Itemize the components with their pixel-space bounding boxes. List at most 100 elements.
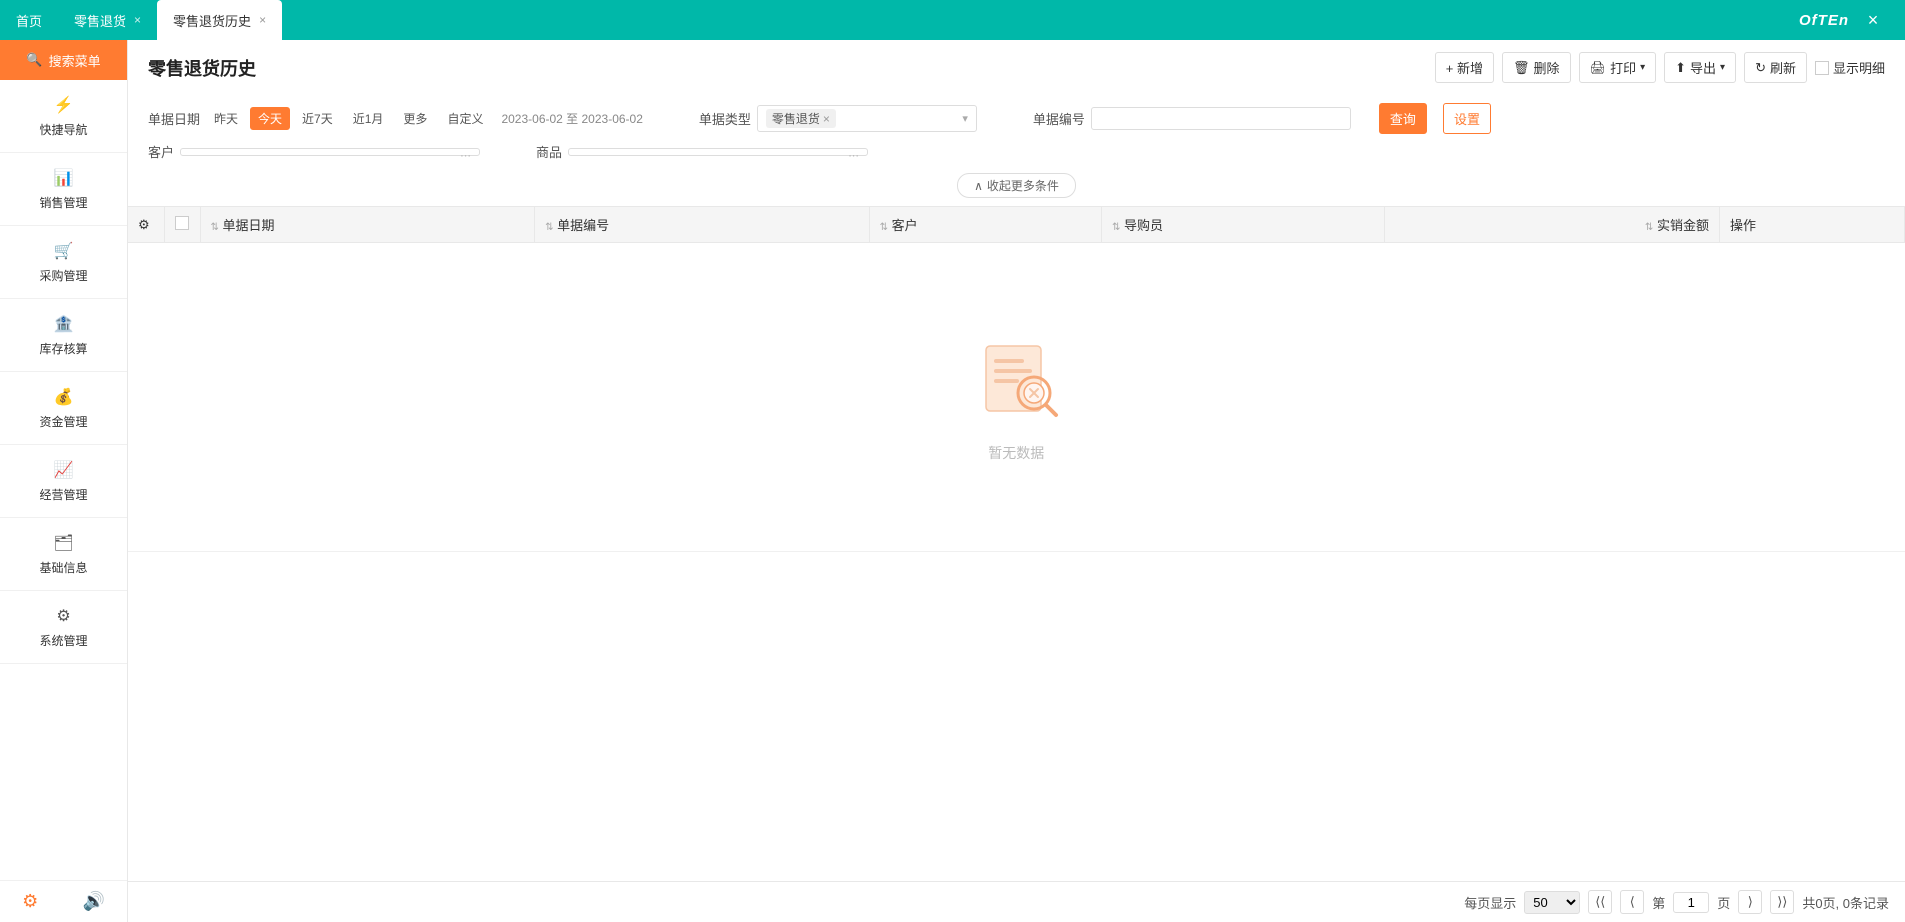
sidebar-item-sales-mgmt[interactable]: 📊 销售管理 bbox=[0, 153, 127, 226]
tab-1[interactable]: 零售退货× bbox=[58, 0, 157, 40]
page-size-label: 每页显示 bbox=[1464, 893, 1516, 912]
pagination-bar: 每页显示 20 50 100 ⟨⟨ ⟨ 第 页 ⟩ ⟩⟩ 共0页, 0条记录 bbox=[128, 881, 1905, 922]
th-settings[interactable]: ⚙ bbox=[128, 207, 164, 243]
goods-filter-input[interactable] bbox=[568, 148, 868, 156]
th-checkbox[interactable] bbox=[164, 207, 200, 243]
delete-icon: 🗑 bbox=[1513, 60, 1530, 76]
export-button[interactable]: ⬆ 导出 ▾ bbox=[1664, 52, 1736, 83]
settings-filter-button[interactable]: 设置 bbox=[1443, 103, 1491, 134]
refresh-icon: ↻ bbox=[1755, 60, 1766, 76]
export-icon: ⬆ bbox=[1675, 60, 1686, 76]
show-detail-wrap: 显示明细 bbox=[1815, 58, 1885, 77]
empty-row: 暂无数据 bbox=[128, 243, 1905, 552]
show-detail-label: 显示明细 bbox=[1833, 58, 1885, 77]
date-btn-近7天[interactable]: 近7天 bbox=[294, 107, 341, 130]
sound-icon[interactable]: 🔊 bbox=[82, 891, 104, 912]
print-icon: 🖨 bbox=[1590, 60, 1607, 76]
date-btn-近1月[interactable]: 近1月 bbox=[345, 107, 392, 130]
date-btn-昨天[interactable]: 昨天 bbox=[206, 107, 246, 130]
date-btn-自定义[interactable]: 自定义 bbox=[439, 107, 491, 130]
filter-row-2: 客户 商品 bbox=[148, 142, 1885, 161]
page-unit-label: 页 bbox=[1717, 893, 1730, 912]
brand-label: OfTEn bbox=[1799, 12, 1849, 29]
show-detail-checkbox[interactable] bbox=[1815, 61, 1829, 75]
filter-area: 单据日期 昨天今天近7天近1月更多自定义 2023-06-02 至 2023-0… bbox=[148, 95, 1885, 206]
type-tag: 零售退货 × bbox=[766, 109, 836, 128]
sidebar-item-quick-nav[interactable]: ⚡ 快捷导航 bbox=[0, 80, 127, 153]
collapse-icon: ∧ bbox=[974, 179, 983, 193]
date-filter-label: 单据日期 bbox=[148, 109, 200, 128]
sidebar-item-finance[interactable]: 💰 资金管理 bbox=[0, 372, 127, 445]
tab-list: 首页零售退货×零售退货历史× bbox=[0, 0, 1799, 40]
finance-icon: 💰 bbox=[53, 386, 75, 408]
sort-guide-icon[interactable]: ⇅ bbox=[1112, 222, 1120, 233]
sidebar-item-purchase-mgmt[interactable]: 🛒 采购管理 bbox=[0, 226, 127, 299]
type-tag-remove[interactable]: × bbox=[823, 112, 830, 126]
sidebar-item-inventory[interactable]: 🏦 库存核算 bbox=[0, 299, 127, 372]
export-chevron-icon: ▾ bbox=[1720, 62, 1725, 73]
top-bar: 首页零售退货×零售退货历史× OfTEn × bbox=[0, 0, 1905, 40]
sidebar-item-basic-info[interactable]: 🗂 基础信息 bbox=[0, 518, 127, 591]
sort-customer-icon[interactable]: ⇅ bbox=[880, 222, 888, 233]
print-button[interactable]: 🖨 打印 ▾ bbox=[1579, 52, 1657, 83]
last-page-button[interactable]: ⟩⟩ bbox=[1770, 890, 1794, 914]
toolbar: + 新增 🗑 删除 🖨 打印 ▾ ⬆ 导出 ▾ bbox=[1435, 52, 1885, 83]
page-number-input[interactable] bbox=[1673, 892, 1709, 913]
delete-button[interactable]: 🗑 删除 bbox=[1502, 52, 1571, 83]
collapse-wrap: ∧ 收起更多条件 bbox=[148, 169, 1885, 206]
table-body: 暂无数据 bbox=[128, 243, 1905, 552]
sidebar-item-system[interactable]: ⚙ 系统管理 bbox=[0, 591, 127, 664]
type-filter-select[interactable]: 零售退货 × ▾ bbox=[757, 105, 977, 132]
empty-illustration bbox=[966, 331, 1066, 431]
window-close-button[interactable]: × bbox=[1857, 4, 1889, 36]
sidebar-search[interactable]: 🔍 搜索菜单 bbox=[0, 40, 127, 80]
sidebar-label-basic-info: 基础信息 bbox=[39, 559, 87, 576]
table-head: ⚙ ⇅ 单据日期 ⇅ 单据编号 ⇅ 客户 ⇅ 导购员 ⇅ 实销金额 操作 bbox=[128, 207, 1905, 243]
sidebar-label-quick-nav: 快捷导航 bbox=[39, 121, 87, 138]
date-range-text: 2023-06-02 至 2023-06-02 bbox=[501, 110, 642, 127]
th-number: ⇅ 单据编号 bbox=[535, 207, 870, 243]
th-action: 操作 bbox=[1719, 207, 1904, 243]
select-all-checkbox[interactable] bbox=[175, 216, 189, 230]
prev-page-button[interactable]: ⟨ bbox=[1620, 890, 1644, 914]
next-page-button[interactable]: ⟩ bbox=[1738, 890, 1762, 914]
number-filter-input[interactable] bbox=[1091, 107, 1351, 130]
customer-filter-item: 客户 bbox=[148, 142, 480, 161]
customer-filter-input[interactable] bbox=[180, 148, 480, 156]
customer-filter-label: 客户 bbox=[148, 142, 174, 161]
number-filter-label: 单据编号 bbox=[1033, 109, 1085, 128]
table-header-row: ⚙ ⇅ 单据日期 ⇅ 单据编号 ⇅ 客户 ⇅ 导购员 ⇅ 实销金额 操作 bbox=[128, 207, 1905, 243]
sidebar: 🔍 搜索菜单 ⚡ 快捷导航 📊 销售管理 🛒 采购管理 🏦 库存核算 💰 资金管… bbox=[0, 40, 128, 922]
type-select-chevron-icon: ▾ bbox=[962, 112, 968, 125]
filter-row-1: 单据日期 昨天今天近7天近1月更多自定义 2023-06-02 至 2023-0… bbox=[148, 103, 1885, 134]
date-btn-更多[interactable]: 更多 bbox=[395, 107, 435, 130]
query-button[interactable]: 查询 bbox=[1379, 103, 1427, 134]
sort-date-icon[interactable]: ⇅ bbox=[211, 222, 219, 233]
date-btn-今天[interactable]: 今天 bbox=[250, 107, 290, 130]
new-button[interactable]: + 新增 bbox=[1435, 52, 1494, 83]
sort-amount-icon[interactable]: ⇅ bbox=[1645, 222, 1653, 233]
inventory-icon: 🏦 bbox=[53, 313, 75, 335]
system-icon: ⚙ bbox=[53, 605, 75, 627]
th-amount: ⇅ 实销金额 bbox=[1385, 207, 1720, 243]
sidebar-item-operations[interactable]: 📈 经营管理 bbox=[0, 445, 127, 518]
settings-icon[interactable]: ⚙ bbox=[22, 891, 38, 912]
sales-mgmt-icon: 📊 bbox=[53, 167, 75, 189]
number-filter-item: 单据编号 bbox=[1033, 107, 1351, 130]
total-info: 共0页, 0条记录 bbox=[1802, 893, 1889, 912]
tab-0[interactable]: 首页 bbox=[0, 0, 58, 40]
collapse-button[interactable]: ∧ 收起更多条件 bbox=[957, 173, 1076, 198]
operations-icon: 📈 bbox=[53, 459, 75, 481]
empty-text: 暂无数据 bbox=[988, 443, 1044, 463]
th-guide: ⇅ 导购员 bbox=[1101, 207, 1384, 243]
tab-close-1[interactable]: × bbox=[134, 13, 141, 27]
tab-2[interactable]: 零售退货历史× bbox=[157, 0, 282, 40]
sidebar-label-purchase-mgmt: 采购管理 bbox=[39, 267, 87, 284]
sort-number-icon[interactable]: ⇅ bbox=[545, 222, 553, 233]
page-chapter-label: 第 bbox=[1652, 893, 1665, 912]
tab-close-2[interactable]: × bbox=[259, 13, 266, 27]
first-page-button[interactable]: ⟨⟨ bbox=[1588, 890, 1612, 914]
goods-filter-label: 商品 bbox=[536, 142, 562, 161]
refresh-button[interactable]: ↻ 刷新 bbox=[1744, 52, 1807, 83]
page-size-select[interactable]: 20 50 100 bbox=[1524, 891, 1580, 914]
